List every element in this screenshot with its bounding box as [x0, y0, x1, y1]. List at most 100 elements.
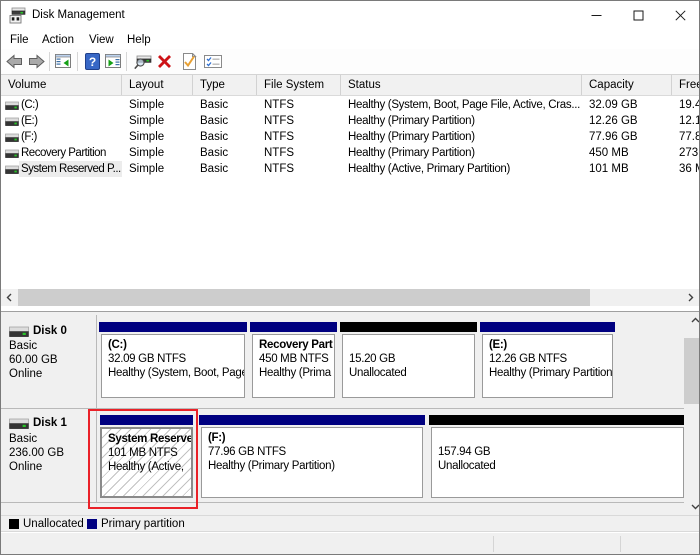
- window-title: Disk Management: [32, 9, 125, 21]
- partition-size-line: 15.20 GB: [349, 353, 395, 365]
- commit-icon[interactable]: [181, 53, 198, 70]
- column-header-volume[interactable]: Volume: [1, 75, 122, 95]
- volume-list-header: Volume Layout Type File System Status Ca…: [1, 75, 699, 96]
- action-pane-icon[interactable]: [105, 53, 122, 70]
- volume-row[interactable]: (E:) Simple Basic NTFS Healthy (Primary …: [1, 113, 699, 129]
- unallocated-legend-label: Unallocated: [23, 516, 84, 532]
- partition-size-line: 450 MB NTFS: [259, 353, 329, 365]
- cell-file-system: NTFS: [264, 97, 340, 113]
- vertical-scrollbar-thumb[interactable]: [684, 338, 699, 404]
- primary-partition-swatch: [87, 519, 97, 529]
- cell-free: 273: [679, 145, 699, 161]
- cell-capacity: 101 MB: [589, 161, 671, 177]
- partition-title: (E:): [489, 339, 507, 351]
- help-icon[interactable]: ?: [84, 53, 101, 70]
- rescan-disks-icon[interactable]: [134, 53, 151, 70]
- horizontal-scrollbar-thumb[interactable]: [18, 289, 590, 306]
- partition-block-recoverypart[interactable]: Recovery Part450 MB NTFSHealthy (Prima: [252, 334, 335, 398]
- scroll-left-icon[interactable]: [1, 289, 18, 306]
- show-console-tree-icon[interactable]: [55, 53, 72, 70]
- volume-row[interactable]: System Reserved P... Simple Basic NTFS H…: [1, 161, 699, 177]
- maximize-button[interactable]: [618, 1, 658, 29]
- close-button[interactable]: [660, 1, 700, 29]
- forward-icon[interactable]: [28, 53, 45, 70]
- column-header-capacity[interactable]: Capacity: [582, 75, 672, 95]
- disk-type: Basic: [9, 433, 37, 445]
- cell-free: 36 M: [679, 161, 699, 177]
- cell-layout: Simple: [129, 145, 192, 161]
- disk-label-disk-0[interactable]: Disk 0Basic60.00 GBOnline: [1, 315, 97, 408]
- partition-status-line: Unallocated: [349, 367, 406, 379]
- volume-row[interactable]: (C:) Simple Basic NTFS Healthy (System, …: [1, 97, 699, 113]
- annotation-highlight-box: [88, 409, 198, 509]
- partition-color-bar: [429, 415, 686, 425]
- disk-icon: [9, 418, 29, 430]
- status-bar-separator: [493, 536, 494, 552]
- cell-status: Healthy (Active, Primary Partition): [348, 161, 581, 177]
- partition-size-line: 12.26 GB NTFS: [489, 353, 567, 365]
- disk-icon: [9, 326, 29, 338]
- vertical-scrollbar[interactable]: [684, 312, 699, 515]
- cell-volume: (F:): [21, 129, 122, 145]
- column-header-layout[interactable]: Layout: [122, 75, 193, 95]
- partition-block-e[interactable]: (E:)12.26 GB NTFSHealthy (Primary Partit…: [482, 334, 613, 398]
- back-icon[interactable]: [6, 53, 23, 70]
- partition-size-line: 32.09 GB NTFS: [108, 353, 186, 365]
- partition-status-line: Unallocated: [438, 460, 495, 472]
- partition-size-line: 77.96 GB NTFS: [208, 446, 286, 458]
- volume-list: (C:) Simple Basic NTFS Healthy (System, …: [1, 96, 699, 289]
- volume-row[interactable]: Recovery Partition Simple Basic NTFS Hea…: [1, 145, 699, 161]
- cell-status: Healthy (Primary Partition): [348, 113, 581, 129]
- disk-size: 60.00 GB: [9, 354, 58, 366]
- cell-volume: Recovery Partition: [21, 145, 122, 161]
- volume-row[interactable]: (F:) Simple Basic NTFS Healthy (Primary …: [1, 129, 699, 145]
- scroll-down-icon[interactable]: [687, 498, 699, 515]
- volume-icon: [5, 132, 19, 142]
- cell-file-system: NTFS: [264, 145, 340, 161]
- menu-help[interactable]: Help: [127, 32, 151, 48]
- delete-icon[interactable]: [156, 53, 173, 70]
- cell-file-system: NTFS: [264, 161, 340, 177]
- column-header-file-system[interactable]: File System: [257, 75, 341, 95]
- primary-partition-legend-label: Primary partition: [101, 516, 185, 532]
- status-bar: [1, 533, 699, 554]
- menu-action[interactable]: Action: [42, 32, 74, 48]
- cell-capacity: 77.96 GB: [589, 129, 671, 145]
- cell-layout: Simple: [129, 161, 192, 177]
- properties-icon[interactable]: [204, 53, 221, 70]
- cell-volume: (C:): [21, 97, 122, 113]
- minimize-button[interactable]: [576, 1, 616, 29]
- cell-type: Basic: [200, 145, 256, 161]
- partition-status-line: Healthy (System, Boot, Page: [108, 367, 245, 379]
- partition-color-bar: [480, 322, 615, 332]
- status-bar-separator: [620, 536, 621, 552]
- volume-icon: [5, 116, 19, 126]
- cell-free: 19.4: [679, 97, 699, 113]
- menu-view[interactable]: View: [89, 32, 114, 48]
- cell-file-system: NTFS: [264, 113, 340, 129]
- column-header-type[interactable]: Type: [193, 75, 257, 95]
- toolbar-separator: [49, 52, 50, 71]
- scroll-right-icon[interactable]: [682, 289, 699, 306]
- toolbar-separator: [126, 52, 127, 71]
- disk-label-disk-1[interactable]: Disk 1Basic236.00 GBOnline: [1, 409, 97, 502]
- scroll-up-icon[interactable]: [687, 312, 699, 329]
- partition-block-unallocated[interactable]: 157.94 GB Unallocated: [431, 427, 684, 498]
- column-header-status[interactable]: Status: [341, 75, 582, 95]
- cell-type: Basic: [200, 113, 256, 129]
- horizontal-scrollbar[interactable]: [1, 289, 699, 306]
- partition-block-c[interactable]: (C:)32.09 GB NTFSHealthy (System, Boot, …: [101, 334, 245, 398]
- partition-status-line: Healthy (Prima: [259, 367, 331, 379]
- column-header-free[interactable]: Free: [672, 75, 700, 95]
- cell-status: Healthy (Primary Partition): [348, 129, 581, 145]
- cell-status: Healthy (System, Boot, Page File, Active…: [348, 97, 581, 113]
- partition-size-line: 157.94 GB: [438, 446, 490, 458]
- volume-icon: [5, 148, 19, 158]
- partition-block-f[interactable]: (F:)77.96 GB NTFSHealthy (Primary Partit…: [201, 427, 423, 498]
- cell-type: Basic: [200, 161, 256, 177]
- partition-block-unallocated[interactable]: 15.20 GB Unallocated: [342, 334, 475, 398]
- menu-file[interactable]: File: [10, 32, 29, 48]
- partition-color-bar: [99, 322, 247, 332]
- cell-type: Basic: [200, 129, 256, 145]
- disk-status: Online: [9, 368, 42, 380]
